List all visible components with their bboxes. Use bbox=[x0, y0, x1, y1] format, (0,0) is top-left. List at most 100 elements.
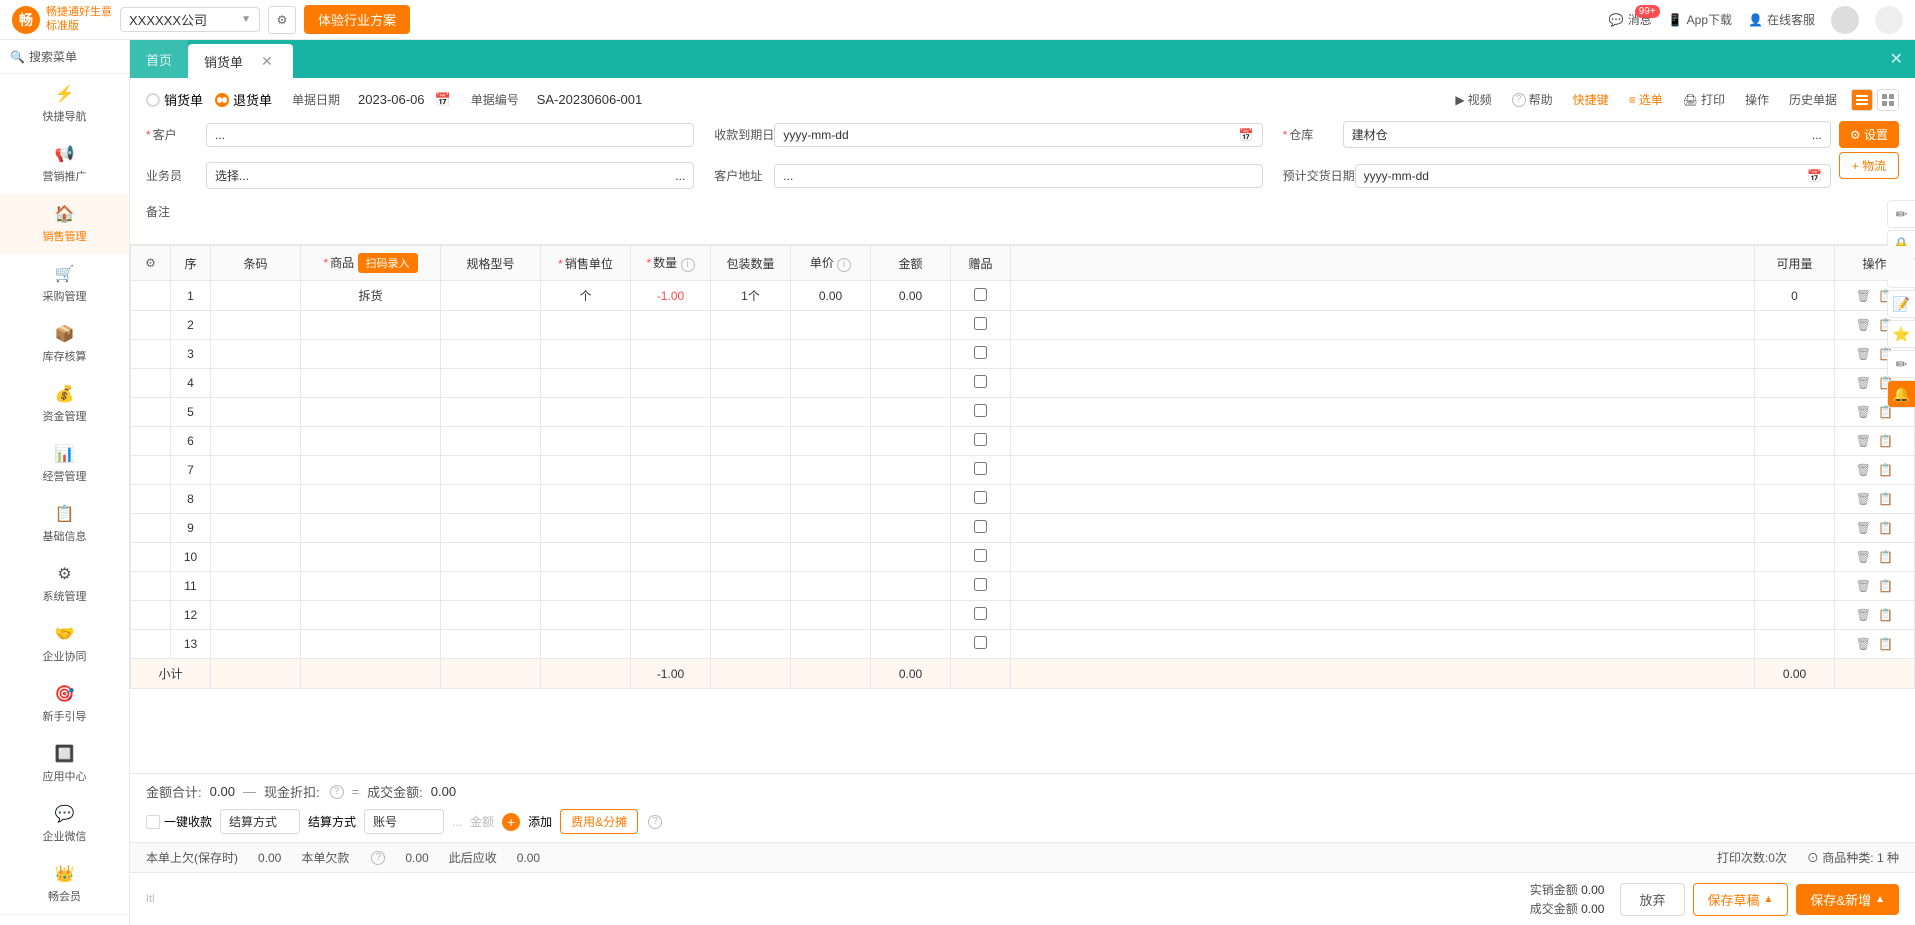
history-button[interactable]: 历史单据 bbox=[1783, 88, 1843, 111]
row-goods[interactable] bbox=[301, 572, 441, 601]
trial-button[interactable]: 体验行业方案 bbox=[304, 5, 410, 34]
row-goods[interactable] bbox=[301, 398, 441, 427]
close-window-button[interactable]: ✕ bbox=[1878, 49, 1915, 69]
sidebar-item-guide[interactable]: 🎯 新手引导 bbox=[0, 674, 129, 734]
row-price[interactable] bbox=[791, 427, 871, 456]
row-gift[interactable] bbox=[951, 398, 1011, 427]
row-goods[interactable] bbox=[301, 369, 441, 398]
row-unit[interactable] bbox=[541, 427, 631, 456]
row-qty[interactable]: -1.00 bbox=[631, 281, 711, 311]
sidebar-item-marketing[interactable]: 📢 营销推广 bbox=[0, 134, 129, 194]
delete-icon[interactable]: 🗑 bbox=[1856, 347, 1871, 361]
row-qty[interactable] bbox=[631, 456, 711, 485]
tab-home[interactable]: 首页 bbox=[130, 40, 188, 78]
row-price[interactable] bbox=[791, 369, 871, 398]
row-goods[interactable] bbox=[301, 311, 441, 340]
row-amount[interactable] bbox=[871, 427, 951, 456]
delivery-date-input[interactable]: yyyy-mm-dd 📅 bbox=[1355, 164, 1831, 188]
row-unit[interactable] bbox=[541, 572, 631, 601]
row-barcode[interactable] bbox=[211, 543, 301, 572]
expense-help-icon[interactable]: ? bbox=[648, 815, 662, 829]
row-qty[interactable] bbox=[631, 630, 711, 659]
row-pkg[interactable] bbox=[711, 543, 791, 572]
row-gift[interactable] bbox=[951, 281, 1011, 311]
save-draft-button[interactable]: 保存草稿 ▲ bbox=[1693, 883, 1789, 916]
row-amount[interactable] bbox=[871, 572, 951, 601]
row-barcode[interactable] bbox=[211, 485, 301, 514]
sidebar-item-capital[interactable]: 💰 资金管理 bbox=[0, 374, 129, 434]
row-unit[interactable] bbox=[541, 340, 631, 369]
calendar-icon[interactable]: 📅 bbox=[435, 92, 451, 108]
row-qty[interactable] bbox=[631, 485, 711, 514]
expense-button[interactable]: 费用&分摊 bbox=[560, 809, 638, 834]
row-price[interactable] bbox=[791, 485, 871, 514]
select-button[interactable]: ≡选单 bbox=[1623, 88, 1669, 111]
row-pkg[interactable] bbox=[711, 601, 791, 630]
row-spec[interactable] bbox=[441, 311, 541, 340]
delete-icon[interactable]: 🗑 bbox=[1856, 434, 1871, 448]
sidebar-item-basic[interactable]: 📋 基础信息 bbox=[0, 494, 129, 554]
row-pkg[interactable] bbox=[711, 630, 791, 659]
shortcut-button[interactable]: 快捷键 bbox=[1567, 88, 1615, 111]
right-panel-star[interactable]: ⭐ bbox=[1887, 320, 1915, 348]
delete-icon[interactable]: 🗑 bbox=[1856, 492, 1871, 506]
row-pkg[interactable] bbox=[711, 398, 791, 427]
row-qty[interactable] bbox=[631, 572, 711, 601]
due-date-input[interactable]: yyyy-mm-dd 📅 bbox=[774, 123, 1262, 147]
row-spec[interactable] bbox=[441, 630, 541, 659]
th-settings[interactable]: ⚙ bbox=[131, 246, 171, 281]
sidebar-item-quick-nav[interactable]: ⚡ 快捷导航 bbox=[0, 74, 129, 134]
delete-icon[interactable]: 🗑 bbox=[1856, 405, 1871, 419]
delete-icon[interactable]: 🗑 bbox=[1856, 608, 1871, 622]
row-unit[interactable] bbox=[541, 398, 631, 427]
delete-icon[interactable]: 🗑 bbox=[1856, 637, 1871, 651]
row-amount[interactable] bbox=[871, 543, 951, 572]
row-price[interactable] bbox=[791, 340, 871, 369]
row-spec[interactable] bbox=[441, 340, 541, 369]
row-pkg[interactable] bbox=[711, 456, 791, 485]
save-new-button[interactable]: 保存&新增 ▲ bbox=[1796, 884, 1899, 915]
sidebar-item-sales[interactable]: 🏠 销售管理 bbox=[0, 194, 129, 254]
row-unit[interactable]: 个 bbox=[541, 281, 631, 311]
delete-icon[interactable]: 🗑 bbox=[1856, 521, 1871, 535]
list-view-btn[interactable] bbox=[1851, 89, 1873, 111]
row-goods[interactable] bbox=[301, 427, 441, 456]
app-download-button[interactable]: 📱 App下载 bbox=[1668, 11, 1732, 28]
row-barcode[interactable] bbox=[211, 630, 301, 659]
radio-sales[interactable]: 销货单 bbox=[146, 90, 203, 109]
tab-sales-order[interactable]: 销货单 ✕ bbox=[188, 44, 293, 78]
close-tab-button[interactable]: ✕ bbox=[257, 53, 277, 70]
row-goods[interactable] bbox=[301, 601, 441, 630]
message-button[interactable]: 💬 消息 99+ bbox=[1609, 11, 1652, 28]
row-unit[interactable] bbox=[541, 630, 631, 659]
delete-icon[interactable]: 🗑 bbox=[1856, 579, 1871, 593]
row-gift[interactable] bbox=[951, 543, 1011, 572]
settings-icon[interactable]: ⚙ bbox=[268, 6, 296, 34]
search-menu[interactable]: 🔍 搜索菜单 bbox=[0, 40, 129, 74]
row-qty[interactable] bbox=[631, 398, 711, 427]
row-unit[interactable] bbox=[541, 601, 631, 630]
one-click-pay-checkbox[interactable]: 一键收款 bbox=[146, 813, 212, 830]
sidebar-item-app-center[interactable]: 🔲 应用中心 bbox=[0, 734, 129, 794]
radio-return[interactable]: 退货单 bbox=[215, 90, 272, 109]
logistics-button[interactable]: + 物流 bbox=[1839, 152, 1899, 179]
row-spec[interactable] bbox=[441, 456, 541, 485]
delete-icon[interactable]: 🗑 bbox=[1856, 318, 1871, 332]
row-amount[interactable]: 0.00 bbox=[871, 281, 951, 311]
sidebar-item-system[interactable]: ⚙ 系统管理 bbox=[0, 554, 129, 614]
row-barcode[interactable] bbox=[211, 340, 301, 369]
row-qty[interactable] bbox=[631, 514, 711, 543]
copy-icon[interactable]: 📋 bbox=[1878, 521, 1893, 535]
row-gift[interactable] bbox=[951, 630, 1011, 659]
row-price[interactable] bbox=[791, 543, 871, 572]
row-spec[interactable] bbox=[441, 572, 541, 601]
row-pkg[interactable] bbox=[711, 311, 791, 340]
row-pkg[interactable]: 1个 bbox=[711, 281, 791, 311]
copy-icon[interactable]: 📋 bbox=[1878, 579, 1893, 593]
video-button[interactable]: ▶视频 bbox=[1449, 88, 1497, 111]
payment-method-select[interactable]: 结算方式 bbox=[220, 809, 300, 834]
row-pkg[interactable] bbox=[711, 485, 791, 514]
row-pkg[interactable] bbox=[711, 427, 791, 456]
customer-addr-input[interactable]: ... bbox=[774, 164, 1262, 188]
sidebar-item-member[interactable]: 👑 畅会员 bbox=[0, 854, 129, 914]
